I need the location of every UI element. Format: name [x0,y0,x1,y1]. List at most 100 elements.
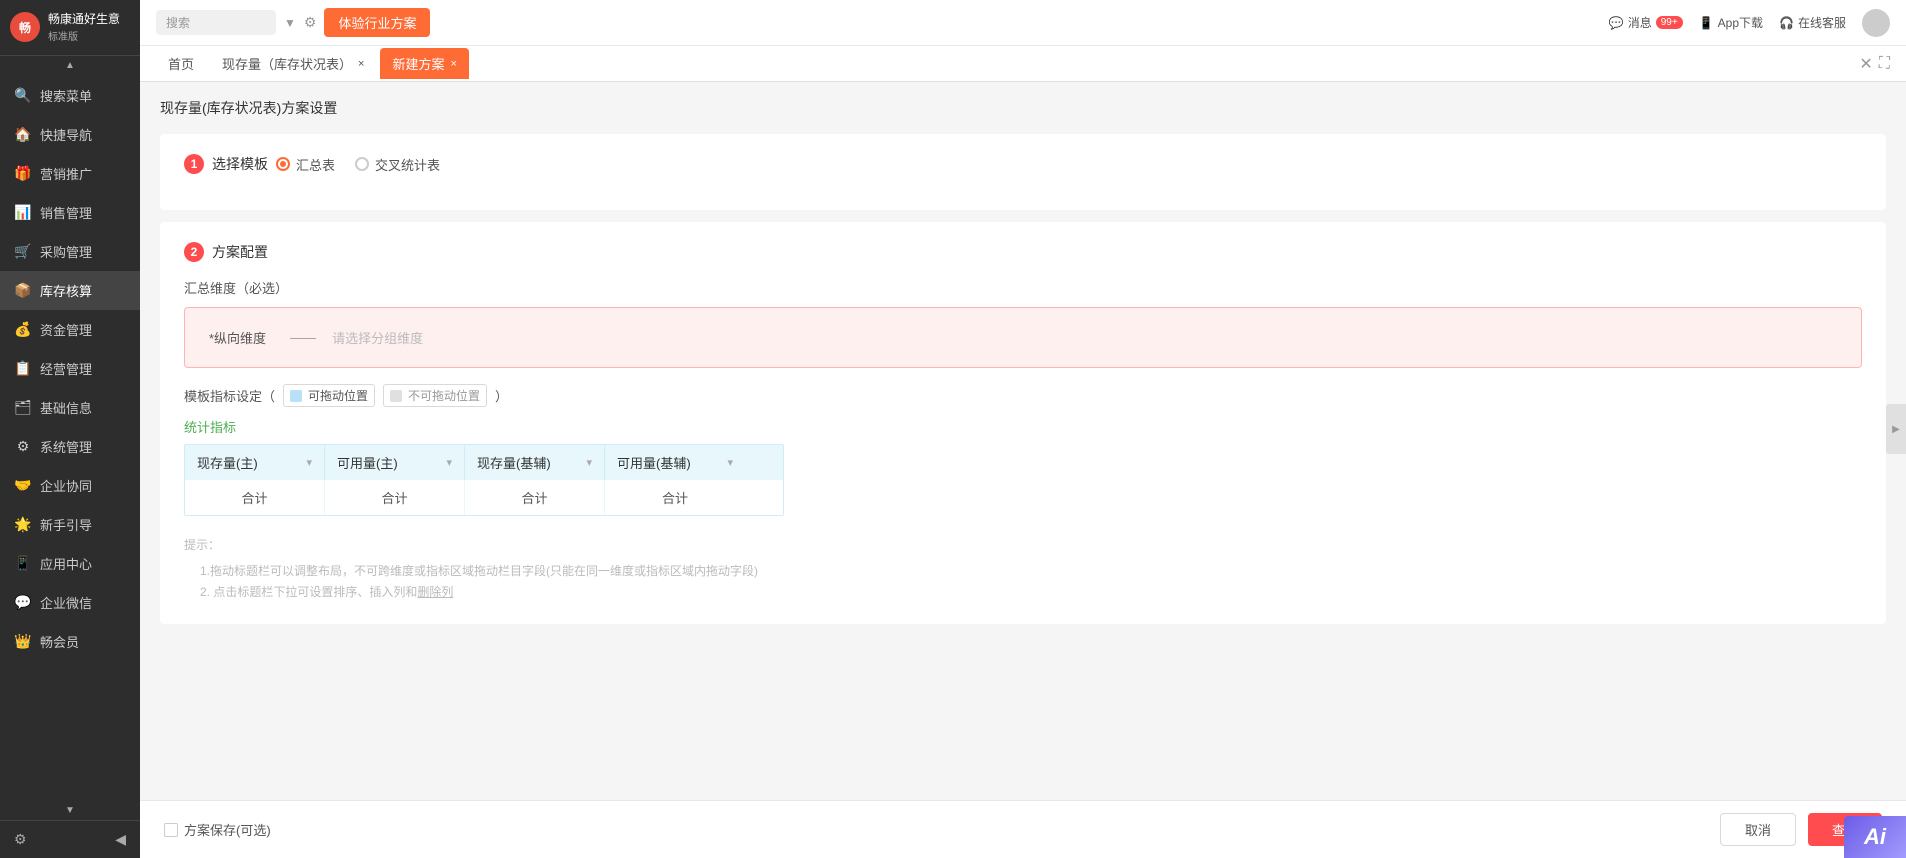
topbar-left: 搜索 ▼ ⚙ 体验行业方案 [156,8,1599,37]
sidebar-item-system[interactable]: ⚙ 系统管理 [0,427,140,466]
col-header-1[interactable]: 可用量(主) ▾ [325,445,465,480]
step2-header: 2 方案配置 [184,242,1862,262]
cancel-button[interactable]: 取消 [1720,813,1796,846]
sidebar: 畅 畅康通好生意 标准版 ▲ 🔍 搜索菜单 🏠 快捷导航 🎁 营销推广 📊 销售… [0,0,140,858]
sidebar-logo: 畅 畅康通好生意 标准版 [0,0,140,56]
tab-new-plan[interactable]: 新建方案 × [380,48,468,79]
step1-title: 选择模板 [212,154,268,174]
radio-cross-dot [355,157,369,171]
settings-footer-icon[interactable]: ⚙ [14,831,27,848]
online-service-btn[interactable]: 🎧 在线客服 [1779,14,1846,31]
tab-home[interactable]: 首页 [156,48,206,79]
step1-header: 1 选择模板 汇总表 交叉统计表 [184,154,1862,174]
sidebar-item-marketing[interactable]: 🎁 营销推广 [0,154,140,193]
sidebar-item-appcenter[interactable]: 📱 应用中心 [0,544,140,583]
col-3-chevron-icon: ▾ [727,456,733,469]
right-panel-toggle[interactable]: ▶ [1886,404,1906,454]
vertical-dim-dash: —— [290,330,316,345]
phone-icon: 📱 [14,554,32,572]
topbar: 搜索 ▼ ⚙ 体验行业方案 💬 消息 99+ 📱 App下载 🎧 在线客服 [140,0,1906,46]
tips-title: 提示： [184,535,1862,557]
app-download-btn[interactable]: 📱 App下载 [1699,14,1763,31]
step2-title: 方案配置 [212,242,268,262]
sidebar-item-purchase[interactable]: 🛒 采购管理 [0,232,140,271]
chart-icon: 📊 [14,203,32,221]
col-header-0[interactable]: 现存量(主) ▾ [185,445,325,480]
app-icon: 📱 [1699,16,1714,30]
trial-industry-btn[interactable]: 体验行业方案 [324,8,430,37]
sidebar-item-inventory[interactable]: 📦 库存核算 [0,271,140,310]
folder-icon: 🗂 [14,398,32,416]
radio-summary[interactable]: 汇总表 [276,155,335,174]
cell-1: 合计 [325,480,465,515]
col-header-3[interactable]: 可用量(基辅) ▾ [605,445,745,480]
gear-icon: ⚙ [14,437,32,455]
close-window-icon[interactable]: ✕ [1859,54,1872,74]
sidebar-item-operations[interactable]: 📋 经营管理 [0,349,140,388]
search-icon: 🔍 [14,86,32,104]
money-icon: 💰 [14,320,32,338]
tab-inventory-close-icon[interactable]: × [358,58,364,70]
crown-icon: 👑 [14,632,32,650]
sidebar-footer: ⚙ ◀ [0,820,140,858]
home-icon: 🏠 [14,125,32,143]
draggable-badge: 可拖动位置 [283,384,375,407]
app-logo-text: 畅康通好生意 标准版 [48,12,120,43]
tab-new-plan-close-icon[interactable]: × [450,58,456,70]
summary-dimension-label: 汇总维度（必选） [184,278,1862,297]
col-2-chevron-icon: ▾ [586,456,592,469]
expand-window-icon[interactable]: ⛶ [1879,55,1890,73]
indicator-settings-label: 模板指标设定（ 可拖动位置 不可拖动位置 ） [184,384,1862,407]
collapse-footer-icon[interactable]: ◀ [115,831,126,848]
vertical-dim-placeholder[interactable]: 请选择分组维度 [332,328,423,347]
stats-table: 现存量(主) ▾ 可用量(主) ▾ 现存量(基辅) ▾ [184,444,784,516]
sidebar-item-wechat[interactable]: 💬 企业微信 [0,583,140,622]
user-avatar[interactable] [1862,9,1890,37]
col-header-2[interactable]: 现存量(基辅) ▾ [465,445,605,480]
tip-1: 1.拖动标题栏可以调整布局，不可跨维度或指标区域拖动栏目字段(只能在同一维度或指… [184,561,1862,583]
sidebar-scroll-down[interactable]: ▼ [0,800,140,820]
sidebar-item-sales[interactable]: 📊 销售管理 [0,193,140,232]
sidebar-scroll-up[interactable]: ▲ [0,56,140,76]
tab-inventory-status[interactable]: 现存量（库存状况表） × [210,48,376,79]
vertical-dimension-box: *纵向维度 —— 请选择分组维度 [184,307,1862,368]
gift-icon: 🎁 [14,164,32,182]
message-icon: 💬 [1609,16,1624,30]
sidebar-item-finance[interactable]: 💰 资金管理 [0,310,140,349]
cell-0: 合计 [185,480,325,515]
step1-badge: 1 [184,154,204,174]
tips-section: 提示： 1.拖动标题栏可以调整布局，不可跨维度或指标区域拖动栏目字段(只能在同一… [184,535,1862,604]
page-title: 现存量(库存状况表)方案设置 [160,98,1886,118]
sidebar-item-newguide[interactable]: 🌟 新手引导 [0,505,140,544]
col-1-chevron-icon: ▾ [446,456,452,469]
stats-body-row: 合计 合计 合计 合计 [185,480,783,515]
sidebar-item-quicknav[interactable]: 🏠 快捷导航 [0,115,140,154]
sidebar-item-member[interactable]: 👑 畅会员 [0,622,140,661]
stats-section: 统计指标 现存量(主) ▾ 可用量(主) ▾ [184,417,1862,519]
indicator-settings: 模板指标设定（ 可拖动位置 不可拖动位置 ） 统计指标 [184,384,1862,519]
app-logo-icon: 畅 [10,12,40,42]
sidebar-item-search[interactable]: 🔍 搜索菜单 [0,76,140,115]
window-controls: ✕ ⛶ [1859,54,1890,74]
save-option-checkbox[interactable]: 方案保存(可选) [164,820,271,839]
non-draggable-badge: 不可拖动位置 [383,384,487,407]
col-0-chevron-icon: ▾ [306,456,312,469]
ai-badge[interactable]: Ai [1844,816,1906,858]
chat-icon: 💬 [14,593,32,611]
clipboard-icon: 📋 [14,359,32,377]
topbar-gear-icon[interactable]: ⚙ [304,14,317,31]
handshake-icon: 🤝 [14,476,32,494]
stats-title: 统计指标 [184,417,1862,436]
sidebar-nav: 🔍 搜索菜单 🏠 快捷导航 🎁 营销推广 📊 销售管理 🛒 采购管理 📦 库存核… [0,76,140,800]
service-icon: 🎧 [1779,16,1794,30]
topbar-search: 搜索 [156,10,276,35]
content-area: 现存量(库存状况表)方案设置 1 选择模板 汇总表 交叉统计表 [140,82,1906,800]
sidebar-item-baseinfo[interactable]: 🗂 基础信息 [0,388,140,427]
tip2-delete-link[interactable]: 删除列 [417,585,453,599]
sidebar-item-enterprise[interactable]: 🤝 企业协同 [0,466,140,505]
message-btn[interactable]: 💬 消息 99+ [1609,14,1683,31]
cart-icon: 🛒 [14,242,32,260]
topbar-dropdown-icon[interactable]: ▼ [284,16,296,30]
radio-cross[interactable]: 交叉统计表 [355,155,440,174]
tabs-bar: 首页 现存量（库存状况表） × 新建方案 × ✕ ⛶ [140,46,1906,82]
